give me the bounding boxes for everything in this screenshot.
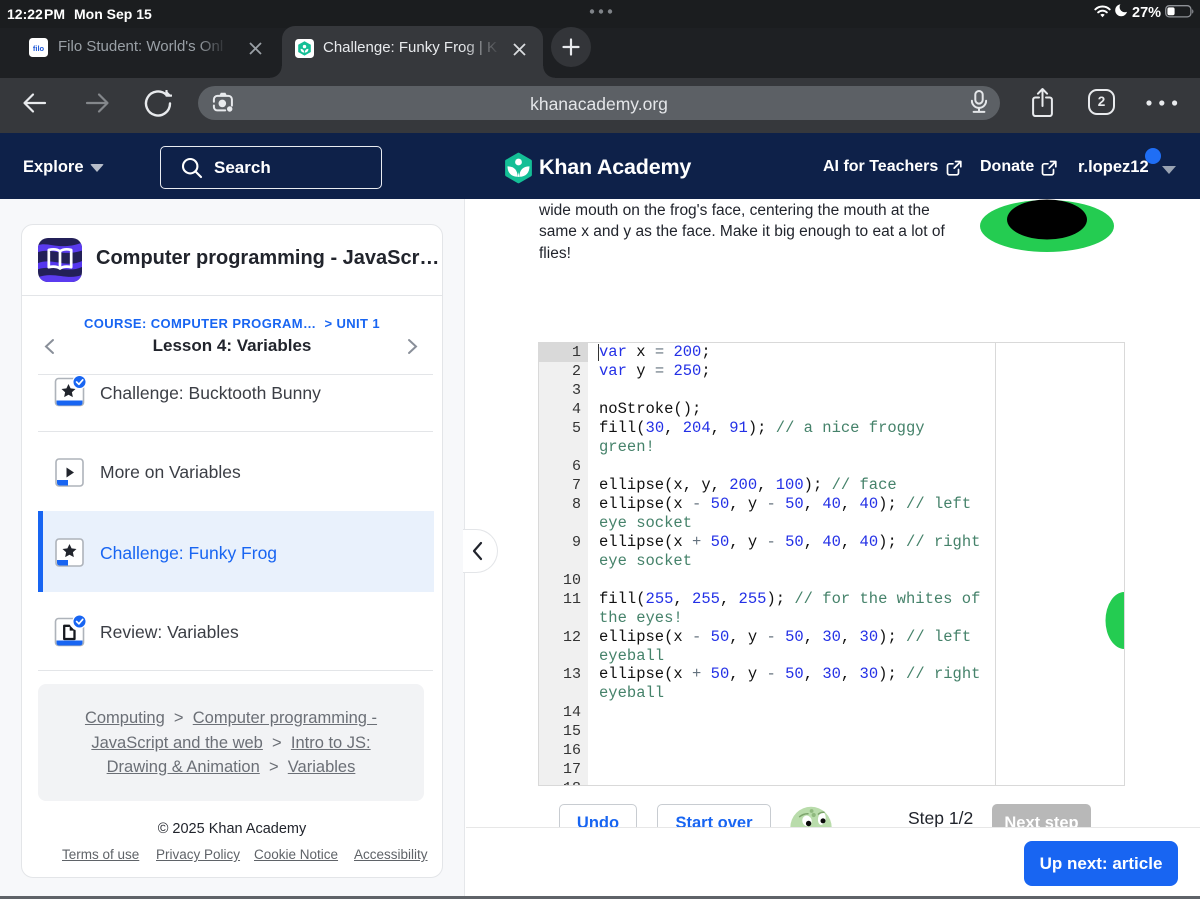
- svg-text:filo: filo: [33, 44, 45, 53]
